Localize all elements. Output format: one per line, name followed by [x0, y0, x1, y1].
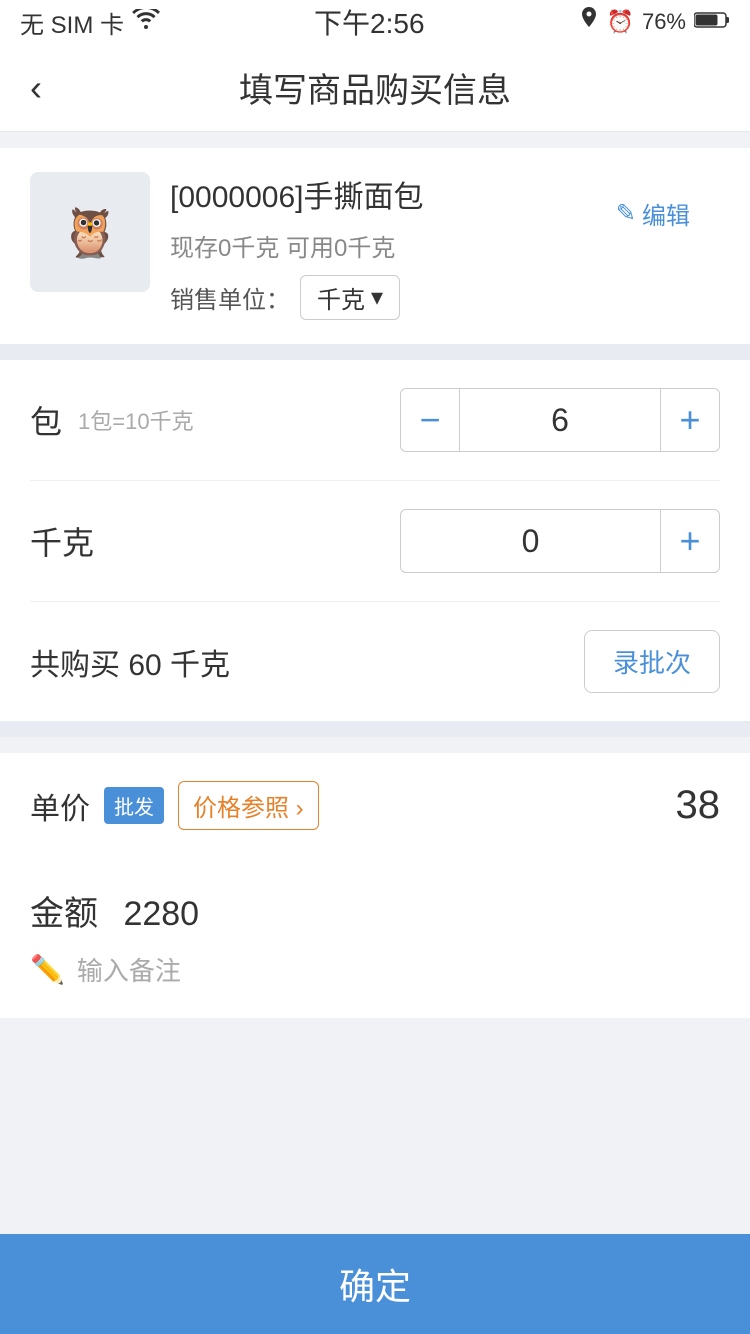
separator-1 — [0, 344, 750, 360]
quantity-row-kg: 千克 + — [30, 481, 720, 602]
pencil-icon: ✏️ — [30, 953, 65, 986]
battery-icon — [694, 9, 730, 35]
bao-label: 包 1包=10千克 — [30, 397, 194, 443]
price-label: 单价 — [30, 784, 90, 828]
status-right: ⏰ 76% — [579, 7, 730, 37]
bao-quantity-input[interactable] — [460, 388, 660, 452]
price-badge: 批发 — [104, 787, 164, 824]
product-card: 🦉 [0000006]手撕面包 现存0千克 可用0千克 销售单位： 千克 ▾ ✎… — [0, 148, 750, 344]
summary-text: 共购买 60 千克 — [30, 640, 230, 684]
amount-value: 2280 — [123, 895, 199, 933]
status-time: 下午2:56 — [314, 2, 425, 42]
sim-status: 无 SIM 卡 — [20, 5, 124, 40]
product-image: 🦉 — [30, 172, 150, 292]
amount-display: 金额 2280 — [30, 886, 720, 935]
quantity-row-bao: 包 1包=10千克 − + — [30, 360, 720, 481]
kg-unit: 千克 — [30, 518, 94, 564]
chevron-down-icon: ▾ — [371, 283, 383, 312]
price-value: 38 — [676, 783, 721, 828]
page-title: 填写商品购买信息 — [239, 63, 511, 112]
alarm-icon: ⏰ — [607, 9, 634, 35]
bao-plus-button[interactable]: + — [660, 388, 720, 452]
bao-minus-button[interactable]: − — [400, 388, 460, 452]
unit-select[interactable]: 千克 ▾ — [300, 275, 400, 320]
quantity-section: 包 1包=10千克 − + 千克 + — [0, 360, 750, 602]
battery-level: 76% — [642, 9, 686, 35]
price-left: 单价 批发 价格参照 › — [30, 781, 319, 830]
bao-unit: 包 — [30, 397, 62, 443]
amount-section: 金额 2280 ✏️ 输入备注 — [0, 858, 750, 1018]
unit-label: 销售单位： — [170, 280, 290, 315]
product-unit-row: 销售单位： 千克 ▾ — [170, 275, 720, 320]
location-icon — [579, 7, 599, 37]
product-stock: 现存0千克 可用0千克 — [170, 228, 720, 263]
note-label: 输入备注 — [77, 951, 181, 988]
kg-quantity-control: + — [400, 509, 720, 573]
separator-2 — [0, 721, 750, 737]
confirm-label: 确定 — [339, 1258, 411, 1310]
status-bar: 无 SIM 卡 下午2:56 ⏰ 76% — [0, 0, 750, 44]
record-batch-button[interactable]: 录批次 — [584, 630, 720, 693]
edit-label: 编辑 — [642, 196, 690, 231]
kg-quantity-input[interactable] — [400, 509, 660, 573]
product-thumbnail: 🦉 — [60, 204, 120, 261]
kg-plus-button[interactable]: + — [660, 509, 720, 573]
status-left: 无 SIM 卡 — [20, 5, 160, 40]
price-section: 单价 批发 价格参照 › 38 — [0, 753, 750, 858]
kg-label: 千克 — [30, 518, 94, 564]
confirm-button[interactable]: 确定 — [0, 1234, 750, 1334]
nav-bar: ‹ 填写商品购买信息 — [0, 44, 750, 132]
product-info: [0000006]手撕面包 现存0千克 可用0千克 销售单位： 千克 ▾ ✎ 编… — [170, 172, 720, 320]
bao-sub-label: 1包=10千克 — [78, 404, 194, 436]
bao-quantity-control: − + — [400, 388, 720, 452]
summary-row: 共购买 60 千克 录批次 — [0, 602, 750, 721]
back-button[interactable]: ‹ — [30, 67, 42, 109]
amount-label: 金额 — [30, 895, 98, 933]
note-row[interactable]: ✏️ 输入备注 — [30, 951, 720, 988]
price-reference-button[interactable]: 价格参照 › — [178, 781, 319, 830]
edit-button[interactable]: ✎ 编辑 — [616, 196, 690, 231]
wifi-icon — [132, 8, 160, 36]
edit-icon: ✎ — [616, 199, 636, 228]
amount-card: 金额 2280 ✏️ 输入备注 — [0, 858, 750, 1018]
